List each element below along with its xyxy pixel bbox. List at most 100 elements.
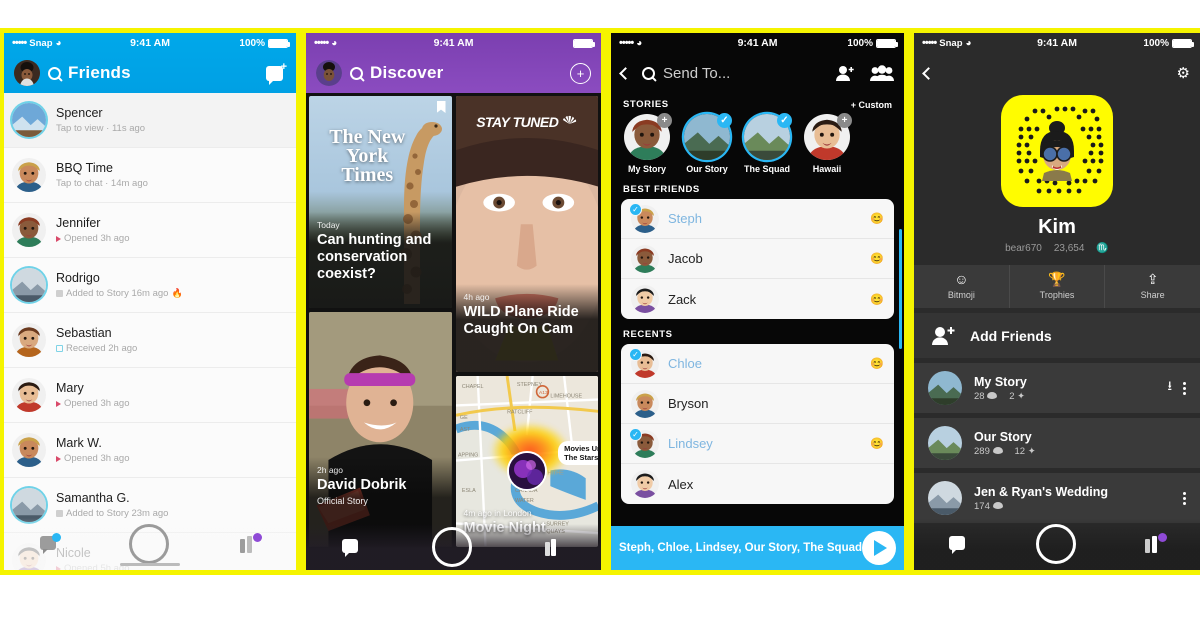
- download-icon[interactable]: ⭳: [1167, 377, 1172, 399]
- plus-icon[interactable]: +: [657, 113, 672, 128]
- back-chevron-icon[interactable]: [619, 66, 632, 80]
- story-name: My Story: [974, 374, 1027, 389]
- avatar: ✓: [629, 202, 659, 233]
- friend-row[interactable]: Sebastian Received 2h ago: [4, 313, 296, 368]
- story-chip[interactable]: + Hawaii: [803, 113, 852, 174]
- profile-story-row[interactable]: My Story 28 2 ✦ ⭳: [914, 363, 1200, 413]
- panel-discover: ••••• ◕ 9:41 AM Discover + The New York …: [306, 33, 601, 570]
- bottom-nav: [914, 518, 1200, 570]
- status-time: 9:41 AM: [1037, 37, 1077, 49]
- avatar[interactable]: [12, 158, 46, 192]
- section-title: STORIES: [623, 99, 669, 110]
- send-to-actions: [836, 65, 894, 81]
- stories-icon[interactable]: [240, 533, 263, 553]
- action-trophies[interactable]: 🏆 Trophies: [1010, 265, 1106, 308]
- discover-tile-map[interactable]: STEPNEY CHAPEL LIMEHOUSE RATCLIFF GE AST AP…: [455, 376, 598, 547]
- friend-row[interactable]: BBQ Time Tap to chat · 14m ago: [4, 148, 296, 203]
- best-friends-section-header: BEST FRIENDS: [611, 178, 904, 199]
- add-friend-icon[interactable]: [836, 65, 856, 81]
- profile-avatar[interactable]: [14, 60, 40, 86]
- map-story-bubble[interactable]: [506, 451, 547, 492]
- tile-title: Can hunting and conservation coexist?: [317, 232, 432, 282]
- profile-nav: ⚙: [914, 53, 1200, 93]
- bookmark-icon[interactable]: [436, 101, 446, 113]
- avatar[interactable]: [12, 378, 46, 412]
- screenshot-root: ••••• Snap ◕ 9:41 AM 100% Friends + Spen…: [0, 0, 1200, 628]
- scrollbar[interactable]: [899, 229, 902, 349]
- action-bitmoji[interactable]: ☺ Bitmoji: [914, 265, 1010, 308]
- group-icon[interactable]: [870, 65, 894, 81]
- tile-title: David Dobrik: [317, 477, 407, 493]
- profile-avatar[interactable]: [316, 60, 342, 86]
- friend-name: Spencer: [56, 105, 103, 120]
- friend-name: Jennifer: [56, 215, 101, 230]
- send-arrow-icon[interactable]: [862, 531, 896, 565]
- camera-shutter[interactable]: [1035, 524, 1076, 564]
- friend-row[interactable]: Mary Opened 3h ago: [4, 368, 296, 423]
- panel-profile: ••••• Snap ◕ 9:41 AM 100% ⚙ Kim bear670 …: [914, 33, 1200, 570]
- discover-tile-dobrik[interactable]: 2h ago David Dobrik Official Story: [309, 312, 452, 547]
- story-avatar[interactable]: ✓: [684, 113, 732, 160]
- more-dots-icon[interactable]: [1183, 381, 1186, 395]
- camera-shutter[interactable]: [128, 524, 169, 564]
- recipient-row[interactable]: Bryson: [621, 384, 894, 424]
- view-count: 28: [974, 391, 998, 402]
- stories-icon[interactable]: [544, 538, 565, 556]
- profile-story-row[interactable]: Our Story 289 12 ✦: [914, 418, 1200, 468]
- stories-icon[interactable]: [1145, 533, 1168, 553]
- story-avatar[interactable]: ✓: [744, 113, 792, 160]
- status-time: 9:41 AM: [737, 37, 778, 49]
- camera-shutter[interactable]: [432, 527, 473, 567]
- avatar[interactable]: [12, 433, 46, 467]
- friend-row[interactable]: Mark W. Opened 3h ago: [4, 423, 296, 478]
- recipient-row[interactable]: Jacob 😊: [621, 239, 894, 279]
- avatar[interactable]: [12, 103, 46, 137]
- recipient-row[interactable]: ✓ Steph 😊: [621, 199, 894, 239]
- send-to-input[interactable]: Send To...: [663, 65, 730, 82]
- recipient-row[interactable]: ✓ Lindsey 😊: [621, 424, 894, 464]
- avatar[interactable]: [12, 488, 46, 522]
- friend-row[interactable]: Spencer Tap to view · 11s ago: [4, 93, 296, 148]
- profile-display-name: Kim: [1038, 216, 1076, 238]
- check-icon[interactable]: ✓: [717, 113, 732, 128]
- story-chip[interactable]: + My Story: [623, 113, 672, 174]
- back-chevron-icon[interactable]: [922, 66, 935, 80]
- story-avatar[interactable]: +: [624, 113, 672, 160]
- more-dots-icon[interactable]: [1183, 491, 1186, 505]
- friend-emoji: 😊: [870, 293, 884, 306]
- action-share[interactable]: ⇪ Share: [1105, 265, 1200, 308]
- svg-text:A13: A13: [539, 390, 548, 396]
- recipient-row[interactable]: ✓ Chloe 😊: [621, 344, 894, 384]
- avatar[interactable]: [12, 323, 46, 357]
- discover-tile-nbc[interactable]: STAY TUNED 4h ago WILD Plane Ride Caught…: [455, 96, 598, 373]
- add-friends-row[interactable]: Add Friends: [914, 313, 1200, 358]
- check-icon[interactable]: ✓: [777, 113, 792, 128]
- friend-row[interactable]: Rodrigo Added to Story 16m ago 🔥: [4, 258, 296, 313]
- plus-icon[interactable]: +: [837, 113, 852, 128]
- add-circle-icon[interactable]: +: [570, 62, 591, 84]
- new-chat-icon[interactable]: +: [266, 62, 287, 85]
- add-custom-story-button[interactable]: + Custom: [851, 100, 892, 110]
- story-avatar[interactable]: +: [804, 113, 852, 160]
- search-discover-button[interactable]: Discover: [350, 63, 443, 83]
- snapcode[interactable]: [1001, 95, 1113, 207]
- chat-icon[interactable]: [39, 533, 61, 554]
- panel-friends: ••••• Snap ◕ 9:41 AM 100% Friends + Spen…: [4, 33, 296, 570]
- avatar[interactable]: [12, 268, 46, 302]
- gear-icon[interactable]: ⚙: [1177, 64, 1190, 82]
- story-chip[interactable]: ✓ Our Story: [683, 113, 732, 174]
- story-chip[interactable]: ✓ The Squad: [743, 113, 792, 174]
- discover-nav: Discover +: [306, 53, 601, 93]
- friend-row[interactable]: Jennifer Opened 3h ago: [4, 203, 296, 258]
- chat-icon[interactable]: [342, 539, 360, 557]
- snap-count: 2 ✦: [1009, 390, 1026, 402]
- profile-story-row[interactable]: Jen & Ryan's Wedding 174: [914, 473, 1200, 523]
- chat-icon[interactable]: [948, 536, 967, 554]
- discover-tile-nyt[interactable]: The New York Times Today Can hunting and…: [309, 96, 452, 309]
- avatar[interactable]: [12, 213, 46, 247]
- friend-info: Mary Opened 3h ago: [56, 381, 274, 409]
- recipient-row[interactable]: Zack 😊: [621, 279, 894, 319]
- search-friends-button[interactable]: Friends: [48, 63, 131, 83]
- recipient-row[interactable]: Alex: [621, 464, 894, 504]
- tile-meta: 4h ago: [463, 292, 490, 303]
